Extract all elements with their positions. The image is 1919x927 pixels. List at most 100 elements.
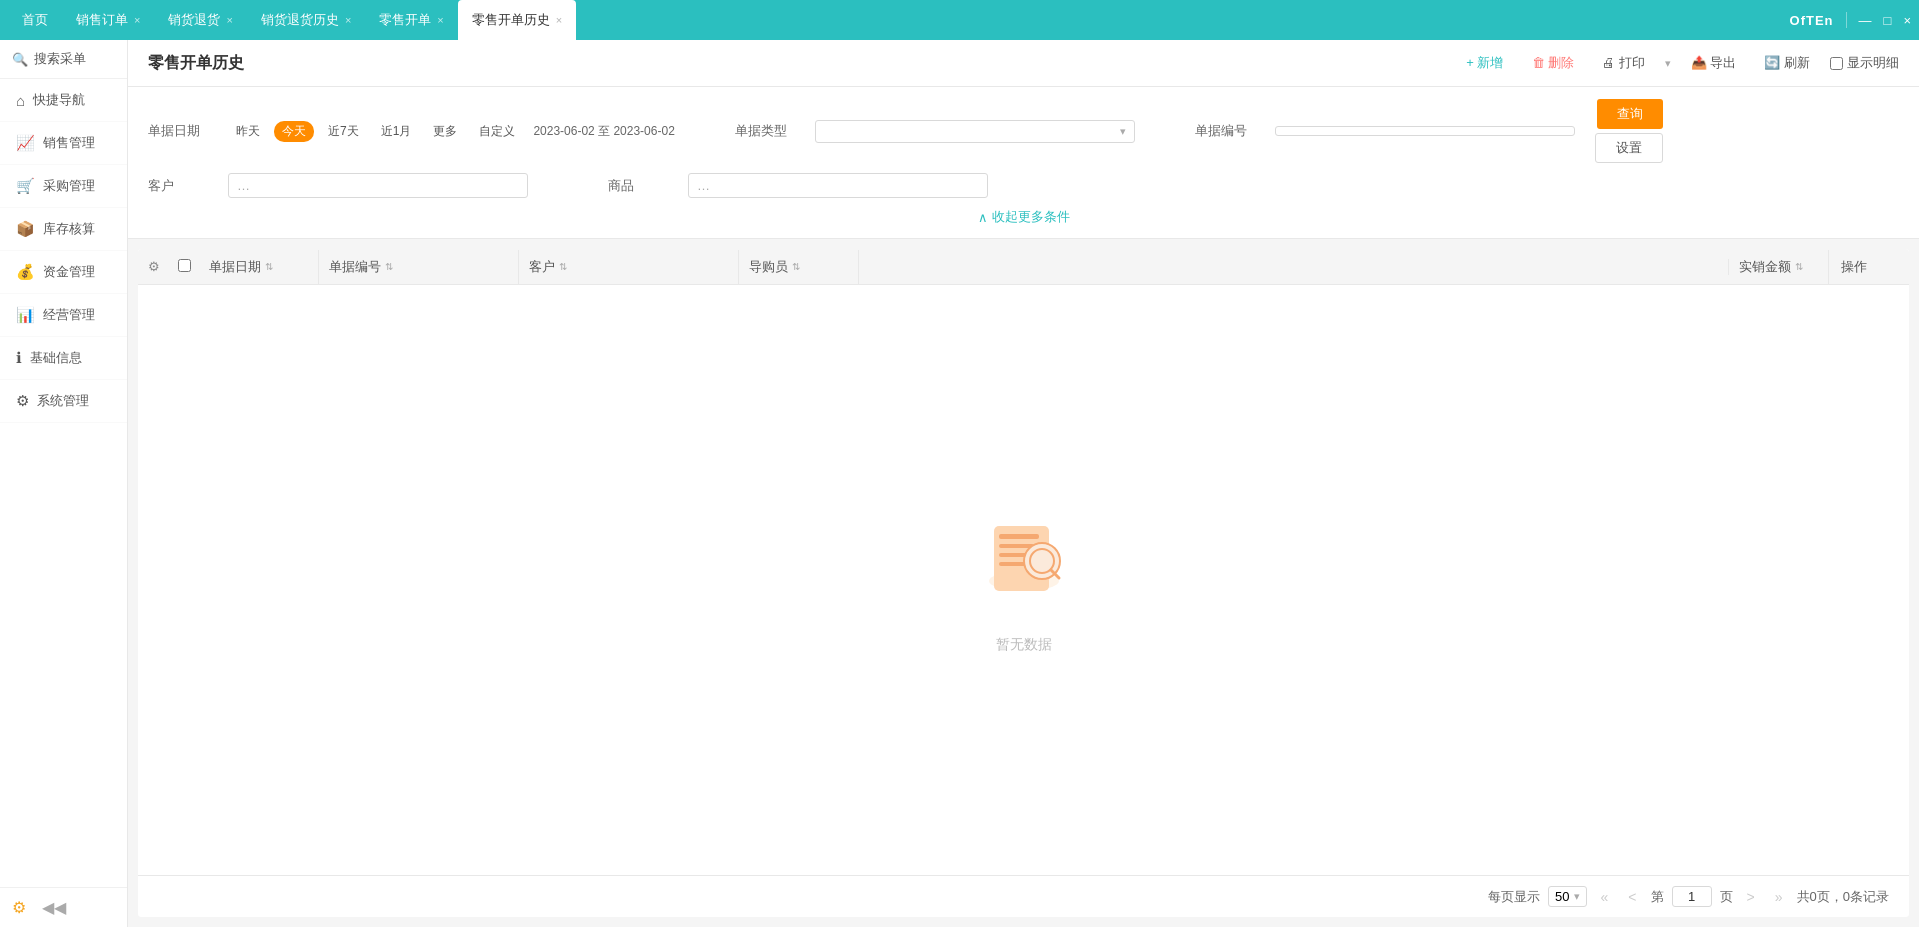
date-1month[interactable]: 近1月 bbox=[373, 121, 420, 142]
table-area: ⚙ 单据日期 ⇅ 单据编号 ⇅ 客户 ⇅ 导购员 ⇅ bbox=[138, 249, 1909, 917]
collapse-sidebar-icon[interactable]: ◀◀ bbox=[42, 898, 66, 917]
toolbar: + 新增 🗑 删除 🖨 打印 ▾ 📤 导出 🔄 刷新 显示明细 bbox=[1458, 50, 1899, 76]
filter-area: 单据日期 昨天 今天 近7天 近1月 更多 自定义 2023-06-02 至 2… bbox=[128, 87, 1919, 239]
pagination: 每页显示 50 ▾ « < 第 页 > » 共0页，0条记录 bbox=[138, 875, 1909, 917]
col-date[interactable]: 单据日期 ⇅ bbox=[199, 250, 319, 284]
svg-rect-2 bbox=[999, 534, 1039, 539]
col-action: 操作 bbox=[1829, 250, 1909, 284]
close-btn[interactable]: × bbox=[1903, 13, 1911, 28]
per-page-value: 50 bbox=[1555, 889, 1569, 904]
filter-row-2: 客户 … 商品 … bbox=[148, 173, 1899, 198]
doc-no-label: 单据编号 bbox=[1195, 122, 1255, 140]
next-page-btn[interactable]: > bbox=[1741, 887, 1761, 907]
doc-type-select[interactable]: ▾ bbox=[815, 120, 1135, 143]
sidebar-search-label: 搜索采单 bbox=[34, 50, 86, 68]
tab-sales-return-history[interactable]: 销货退货历史× bbox=[247, 0, 365, 40]
col-date-sort-icon: ⇅ bbox=[265, 261, 273, 272]
date-custom[interactable]: 自定义 bbox=[471, 121, 523, 142]
date-yesterday[interactable]: 昨天 bbox=[228, 121, 268, 142]
add-button[interactable]: + 新增 bbox=[1458, 50, 1511, 76]
sidebar-item-label-purchase-mgmt: 采购管理 bbox=[43, 177, 95, 195]
tab-sales-order[interactable]: 销售订单× bbox=[62, 0, 154, 40]
last-page-btn[interactable]: » bbox=[1769, 887, 1789, 907]
col-customer[interactable]: 客户 ⇅ bbox=[519, 250, 739, 284]
print-dropdown-icon[interactable]: ▾ bbox=[1665, 57, 1671, 70]
per-page-select[interactable]: 50 ▾ bbox=[1548, 886, 1586, 907]
col-salesperson[interactable]: 导购员 ⇅ bbox=[739, 250, 859, 284]
date-more[interactable]: 更多 bbox=[425, 121, 465, 142]
page-header: 零售开单历史 + 新增 🗑 删除 🖨 打印 ▾ 📤 导出 🔄 刷新 显示明细 bbox=[128, 40, 1919, 87]
sidebar-item-label-finance-mgmt: 资金管理 bbox=[43, 263, 95, 281]
sidebar-item-label-operation-mgmt: 经营管理 bbox=[43, 306, 95, 324]
tab-close-sales-order[interactable]: × bbox=[134, 14, 140, 26]
tab-list: 首页销售订单×销货退货×销货退货历史×零售开单×零售开单历史× bbox=[8, 0, 576, 40]
date-shortcuts: 昨天 今天 近7天 近1月 更多 自定义 2023-06-02 至 2023-0… bbox=[228, 121, 675, 142]
col-amount[interactable]: 实销金额 ⇅ bbox=[1729, 250, 1829, 284]
delete-button[interactable]: 🗑 删除 bbox=[1524, 50, 1583, 76]
product-input[interactable]: … bbox=[688, 173, 988, 198]
col-customer-sort-icon: ⇅ bbox=[559, 261, 567, 272]
tab-close-sales-return[interactable]: × bbox=[226, 14, 232, 26]
settings-icon[interactable]: ⚙ bbox=[12, 898, 26, 917]
tab-close-retail-open[interactable]: × bbox=[437, 14, 443, 26]
date-today[interactable]: 今天 bbox=[274, 121, 314, 142]
sidebar-item-basic-info[interactable]: ℹ基础信息 bbox=[0, 337, 127, 380]
sidebar-item-system-mgmt[interactable]: ⚙系统管理 bbox=[0, 380, 127, 423]
display-column-checkbox[interactable] bbox=[1830, 57, 1843, 70]
operation-mgmt-icon: 📊 bbox=[16, 306, 35, 324]
col-no[interactable]: 单据编号 ⇅ bbox=[319, 250, 519, 284]
sales-mgmt-icon: 📈 bbox=[16, 134, 35, 152]
table-header: ⚙ 单据日期 ⇅ 单据编号 ⇅ 客户 ⇅ 导购员 ⇅ bbox=[138, 249, 1909, 285]
date-filter-label: 单据日期 bbox=[148, 122, 208, 140]
table-select-all[interactable] bbox=[170, 259, 199, 275]
sidebar-search[interactable]: 🔍 搜索采单 bbox=[0, 40, 127, 79]
tab-close-sales-return-history[interactable]: × bbox=[345, 14, 351, 26]
search-icon: 🔍 bbox=[12, 52, 28, 67]
customer-input[interactable]: … bbox=[228, 173, 528, 198]
date-7days[interactable]: 近7天 bbox=[320, 121, 367, 142]
sidebar-item-operation-mgmt[interactable]: 📊 经营管理 bbox=[0, 294, 127, 337]
product-filter-label: 商品 bbox=[608, 177, 668, 195]
sidebar-item-label-sales-mgmt: 销售管理 bbox=[43, 134, 95, 152]
display-column-label: 显示明细 bbox=[1847, 54, 1899, 72]
sidebar-item-finance-mgmt[interactable]: 💰 资金管理 bbox=[0, 251, 127, 294]
table-settings-icon[interactable]: ⚙ bbox=[138, 259, 170, 274]
select-all-checkbox[interactable] bbox=[178, 259, 191, 272]
first-page-btn[interactable]: « bbox=[1595, 887, 1615, 907]
query-button[interactable]: 查询 bbox=[1597, 99, 1663, 129]
col-customer-label: 客户 bbox=[529, 258, 555, 276]
sidebar-item-sales-mgmt[interactable]: 📈 销售管理 bbox=[0, 122, 127, 165]
customer-filter-label: 客户 bbox=[148, 177, 208, 195]
tab-retail-open-history[interactable]: 零售开单历史× bbox=[458, 0, 576, 40]
empty-illustration bbox=[974, 506, 1074, 620]
doc-type-label: 单据类型 bbox=[735, 122, 795, 140]
set-button[interactable]: 设置 bbox=[1595, 133, 1663, 163]
doc-type-dropdown-icon: ▾ bbox=[1120, 125, 1126, 138]
tab-close-retail-open-history[interactable]: × bbox=[556, 14, 562, 26]
display-column-toggle[interactable]: 显示明细 bbox=[1830, 54, 1899, 72]
maximize-btn[interactable]: □ bbox=[1884, 13, 1892, 28]
sidebar-item-inventory[interactable]: 📦库存核算 bbox=[0, 208, 127, 251]
top-bar: 首页销售订单×销货退货×销货退货历史×零售开单×零售开单历史× OfTEn — … bbox=[0, 0, 1919, 40]
refresh-button[interactable]: 🔄 刷新 bbox=[1756, 50, 1818, 76]
minimize-btn[interactable]: — bbox=[1859, 13, 1872, 28]
customer-placeholder: … bbox=[237, 178, 250, 193]
print-button[interactable]: 🖨 打印 bbox=[1594, 50, 1653, 76]
tab-sales-return[interactable]: 销货退货× bbox=[154, 0, 246, 40]
sidebar-item-purchase-mgmt[interactable]: 🛒采购管理 bbox=[0, 165, 127, 208]
collapse-label: 收起更多条件 bbox=[992, 208, 1070, 226]
collapse-filter-btn[interactable]: ∧ 收起更多条件 bbox=[148, 208, 1899, 226]
sidebar-item-quick-nav[interactable]: ⌂快捷导航 bbox=[0, 79, 127, 122]
export-button[interactable]: 📤 导出 bbox=[1683, 50, 1745, 76]
tab-retail-open[interactable]: 零售开单× bbox=[365, 0, 457, 40]
col-salesperson-sort-icon: ⇅ bbox=[792, 261, 800, 272]
col-amount-label: 实销金额 bbox=[1739, 258, 1791, 276]
page-number-input[interactable] bbox=[1672, 886, 1712, 907]
prev-page-btn[interactable]: < bbox=[1622, 887, 1642, 907]
finance-mgmt-icon: 💰 bbox=[16, 263, 35, 281]
date-range-display: 2023-06-02 至 2023-06-02 bbox=[533, 123, 674, 140]
sidebar-item-label-quick-nav: 快捷导航 bbox=[33, 91, 85, 109]
tab-home[interactable]: 首页 bbox=[8, 0, 62, 40]
doc-no-input[interactable] bbox=[1275, 126, 1575, 136]
page-label: 第 bbox=[1651, 888, 1664, 906]
